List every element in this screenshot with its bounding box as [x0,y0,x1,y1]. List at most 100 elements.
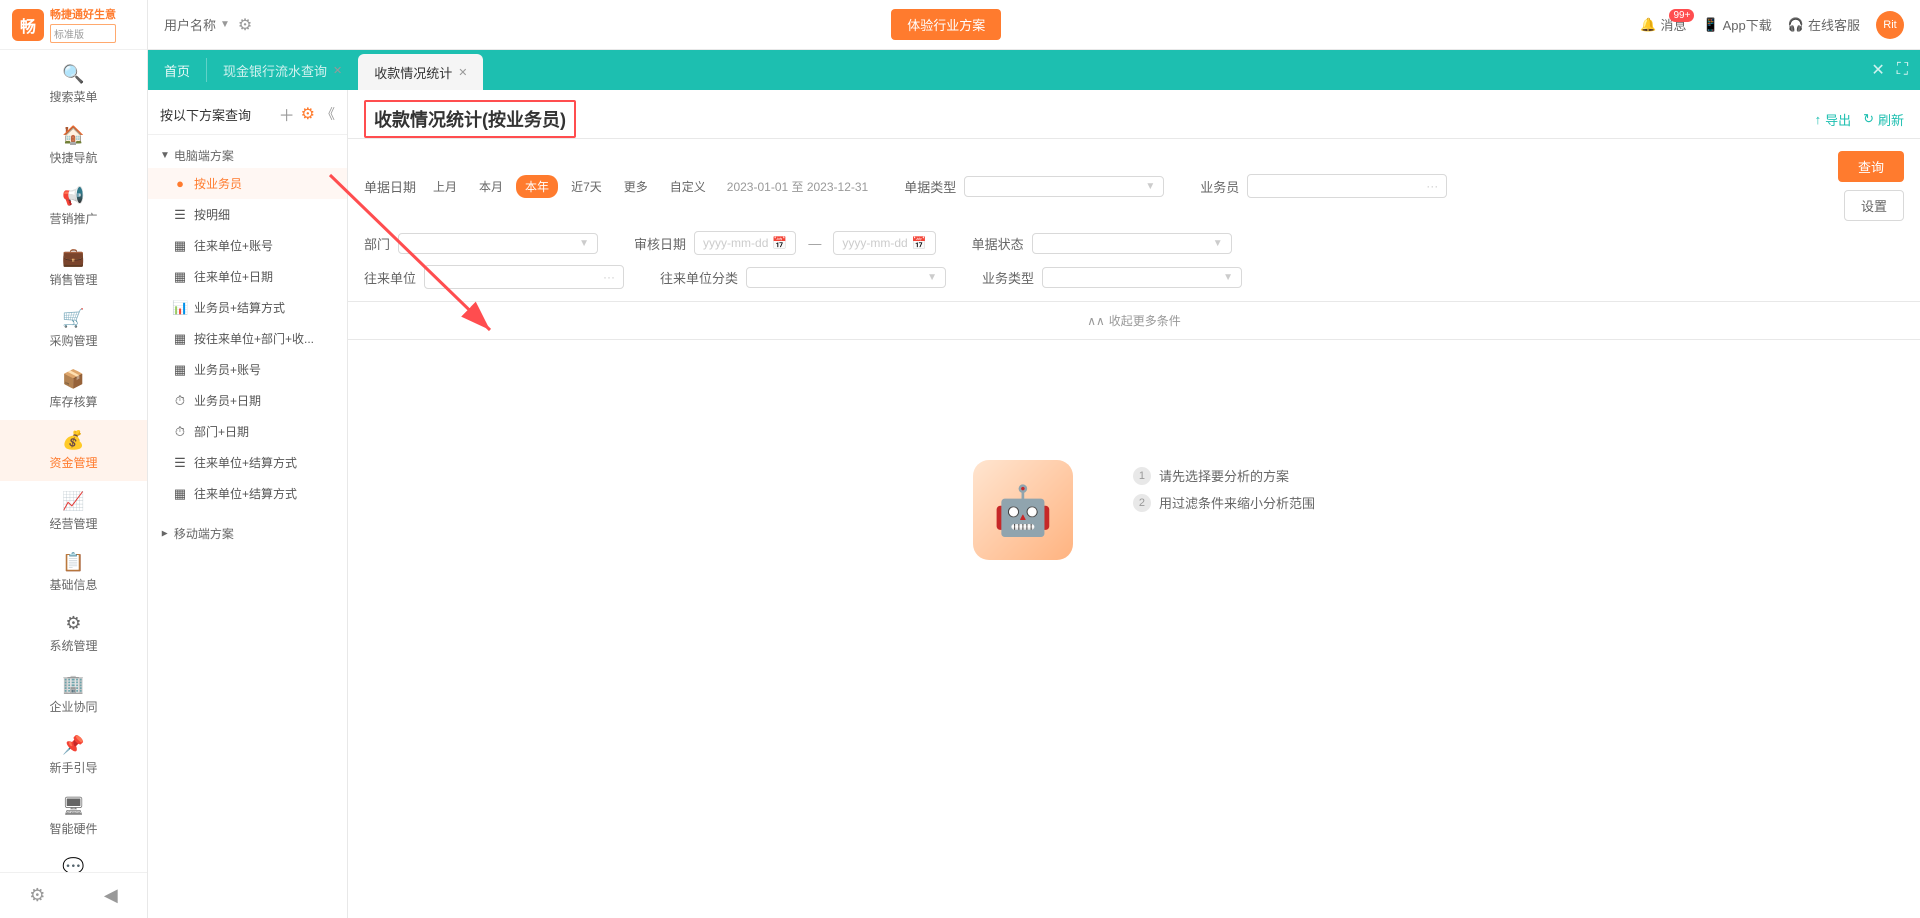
calendar-icon-to: 📅 [912,236,927,250]
tab-receipt-close-icon[interactable]: ✕ [458,66,467,79]
plan-item-staff-date[interactable]: ⏱ 业务员+日期 [148,385,347,416]
plan-staff-method-icon: 📊 [172,300,188,316]
left-panel-actions: ＋ ⚙ 《 [279,102,335,126]
sidebar-item-system[interactable]: ⚙ 系统管理 [0,603,147,664]
robot-icon: 🤖 [973,460,1073,560]
sidebar-item-basic[interactable]: 📋 基础信息 [0,542,147,603]
tab-close-all-btn[interactable]: ✕ [1867,56,1888,84]
app-download-button[interactable]: 📱 App下载 [1702,15,1771,34]
voucher-type-select[interactable]: ▼ [964,176,1164,197]
add-plan-btn[interactable]: ＋ [279,102,295,126]
date-btn-7days[interactable]: 近7天 [562,175,611,198]
sidebar-item-marketing-label: 营销推广 [49,210,97,227]
plan-item-dept-date-label: 部门+日期 [194,423,249,440]
query-button[interactable]: 查询 [1838,151,1904,182]
review-date-label: 审核日期 [634,234,686,253]
export-button[interactable]: ↑ 导出 [1815,110,1852,129]
plan-item-unit-method1[interactable]: ☰ 往来单位+结算方式 [148,447,347,478]
setting-button[interactable]: 设置 [1844,190,1904,221]
sidebar-item-marketing[interactable]: 📢 营销推广 [0,176,147,237]
voucher-status-select[interactable]: ▼ [1032,233,1232,254]
refresh-label: 刷新 [1878,110,1904,129]
top-header-right: 🔔 消息 99+ 📱 App下载 🎧 在线客服 Rit [1640,11,1904,39]
trial-button[interactable]: 体验行业方案 [891,9,1001,40]
sidebar-item-purchase[interactable]: 🛒 采购管理 [0,298,147,359]
plan-item-unit-dept[interactable]: ▦ 按往来单位+部门+收... [148,323,347,354]
date-btn-this-month[interactable]: 本月 [470,175,512,198]
biz-type-select[interactable]: ▼ [1042,267,1242,288]
plan-item-staff-account[interactable]: ▦ 业务员+账号 [148,354,347,385]
collapse-sidebar-btn[interactable]: ◀‍ [96,881,126,910]
filter-row-1: 单据日期 上月 本月 本年 近7天 更多 自定义 2023-01-01 至 20… [364,151,1904,221]
unit-category-select[interactable]: ▼ [746,267,946,288]
guide-icon: 📌 [62,735,84,756]
review-date-from[interactable]: yyyy-mm-dd 📅 [694,231,796,255]
dept-label: 部门 [364,234,390,253]
plan-group-desktop[interactable]: ▼ 电脑端方案 [148,139,347,168]
plan-unit-method2-icon: ▦ [172,486,188,502]
operation-icon: 📈 [62,491,84,512]
date-btn-custom[interactable]: 自定义 [661,175,715,198]
plan-group-mobile[interactable]: ▼ 移动端方案 [148,517,347,546]
filter-unit-item: 往来单位 ··· [364,265,624,289]
user-info[interactable]: 用户名称 ▼ [164,15,230,34]
sidebar-item-nav[interactable]: 🏠 快捷导航 [0,115,147,176]
plan-staff-icon: ● [172,176,188,191]
filter-biz-type-item: 业务类型 ▼ [982,267,1242,288]
sidebar-item-guide[interactable]: 📌 新手引导 [0,725,147,786]
date-btn-last-month[interactable]: 上月 [424,175,466,198]
empty-illustration: 🤖 [953,450,1093,570]
sidebar-item-inventory-label: 库存核算 [49,393,97,410]
plan-item-detail[interactable]: ☰ 按明细 [148,199,347,230]
sidebar-item-operation[interactable]: 📈 经营管理 [0,481,147,542]
plan-item-staff-method[interactable]: 📊 业务员+结算方式 [148,292,347,323]
staff-filter-label: 业务员 [1200,177,1239,196]
unit-select[interactable]: ··· [424,265,624,289]
config-plan-btn[interactable]: ⚙ [301,104,315,124]
hardware-icon: 🖥 [62,796,85,817]
voucher-type-arrow: ▼ [1145,181,1155,192]
collapse-panel-btn[interactable]: 《 [321,104,335,124]
refresh-button[interactable]: ↻ 刷新 [1863,110,1904,129]
tab-receipt[interactable]: 收款情况统计 ✕ [358,54,483,90]
plan-section-mobile: ▼ 移动端方案 [148,513,347,550]
tab-bank[interactable]: 现金银行流水查询 ✕ [207,50,358,90]
online-service-button[interactable]: 🎧 在线客服 [1788,15,1860,34]
tab-expand-btn[interactable]: ⛶ [1893,57,1912,83]
plan-item-dept-date[interactable]: ⏱ 部门+日期 [148,416,347,447]
plan-item-unit-account[interactable]: ▦ 往来单位+账号 [148,230,347,261]
plan-item-unit-date[interactable]: ▦ 往来单位+日期 [148,261,347,292]
sidebar-item-finance[interactable]: 💰 资金管理 [0,420,147,481]
top-header: 用户名称 ▼ ⚙ 体验行业方案 🔔 消息 99+ 📱 App下载 🎧 在线客服 … [148,0,1920,50]
sidebar-item-search[interactable]: 🔍 搜索菜单 [0,54,147,115]
date-btn-this-year[interactable]: 本年 [516,175,558,198]
sidebar-item-hardware[interactable]: 🖥 智能硬件 [0,786,147,847]
date-btn-more[interactable]: 更多 [615,175,657,198]
tab-bank-close-icon[interactable]: ✕ [333,64,342,77]
plan-group-desktop-arrow: ▼ [160,150,170,161]
filter-area: 单据日期 上月 本月 本年 近7天 更多 自定义 2023-01-01 至 20… [348,139,1920,302]
sidebar-item-enterprise[interactable]: 🏢 企业协同 [0,664,147,725]
tab-home[interactable]: 首页 [148,50,206,90]
avatar[interactable]: Rit [1876,11,1904,39]
plan-unit-date-icon: ▦ [172,269,188,285]
plan-item-staff[interactable]: ● 按业务员 [148,168,347,199]
plan-group-desktop-label: 电脑端方案 [174,147,234,164]
filter-date-item: 单据日期 上月 本月 本年 近7天 更多 自定义 2023-01-01 至 20… [364,175,868,198]
dept-select[interactable]: ▼ [398,233,598,254]
sidebar-item-inventory[interactable]: 📦 库存核算 [0,359,147,420]
notification-badge: 99+ [1669,9,1694,22]
plan-group-mobile-label: 移动端方案 [174,525,234,542]
notification-button[interactable]: 🔔 消息 99+ [1640,15,1686,34]
settings-bottom-btn[interactable]: ⚙ [21,881,53,910]
plan-dept-date-icon: ⏱ [172,424,188,440]
staff-select[interactable]: ··· [1247,174,1447,198]
sidebar-item-wechat[interactable]: 💬 企业微信 [0,847,147,872]
plan-item-unit-method2[interactable]: ▦ 往来单位+结算方式 [148,478,347,509]
collapse-more-btn[interactable]: ∧∧ 收起更多条件 [1087,312,1181,329]
content-area: 按以下方案查询 ＋ ⚙ 《 ▼ 电脑端方案 ● 按业务员 ☰ 按明 [148,90,1920,918]
header-gear-btn[interactable]: ⚙ [238,15,252,35]
tip-num-1: 1 [1133,467,1151,485]
review-date-to[interactable]: yyyy-mm-dd 📅 [833,231,935,255]
sidebar-item-sales[interactable]: 💼 销售管理 [0,237,147,298]
